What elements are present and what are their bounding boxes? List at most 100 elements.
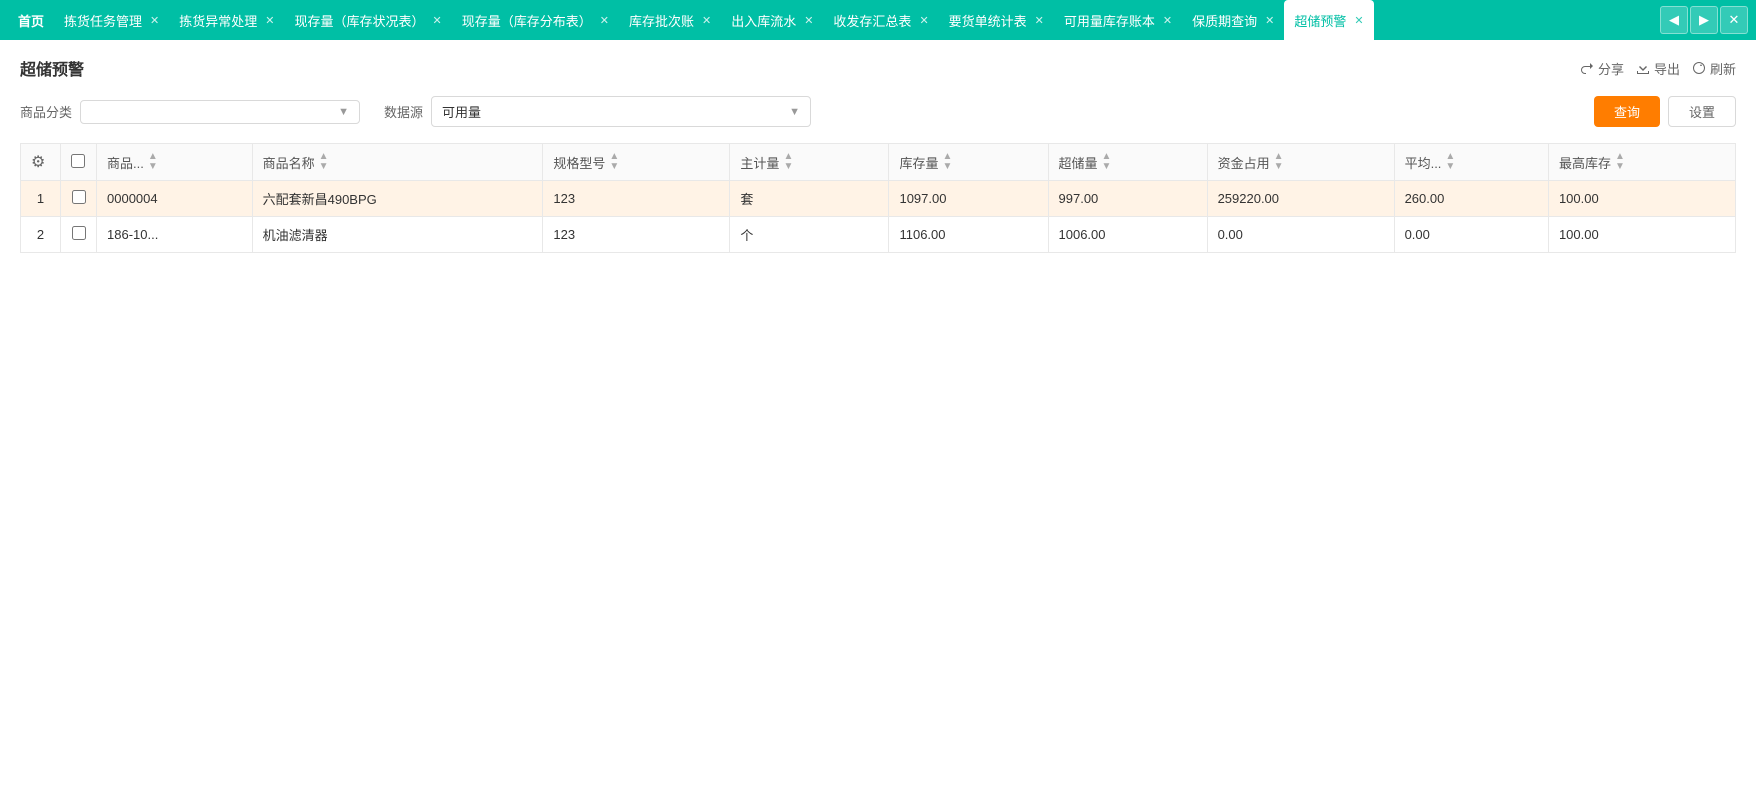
row-overstock: 997.00 <box>1048 181 1207 217</box>
datasource-label: 数据源 <box>384 102 423 121</box>
row-stock: 1106.00 <box>889 217 1048 253</box>
col-unit-sort[interactable]: 主计量 ▲▼ <box>740 152 878 172</box>
nav-stock-dist-close[interactable]: ✕ <box>600 14 609 27</box>
row-capital: 259220.00 <box>1207 181 1394 217</box>
table-body: 1 0000004 六配套新昌490BPG 123 套 1097.00 997.… <box>21 181 1736 253</box>
col-unit: 主计量 ▲▼ <box>730 144 889 181</box>
nav-stock-status[interactable]: 现存量（库存状况表） ✕ <box>284 0 451 40</box>
category-filter-group: 商品分类 ▼ <box>20 100 360 124</box>
nav-prev-button[interactable]: ◀ <box>1660 6 1688 34</box>
table-row: 2 186-10... 机油滤清器 123 个 1106.00 1006.00 … <box>21 217 1736 253</box>
page-header: 超储预警 分享 导出 刷新 <box>20 56 1736 80</box>
nav-in-out-flow[interactable]: 出入库流水 ✕ <box>721 0 823 40</box>
nav-overstock-warning[interactable]: 超储预警 ✕ <box>1284 0 1373 40</box>
col-spec-sort[interactable]: 规格型号 ▲▼ <box>553 152 719 172</box>
col-code-sort[interactable]: 商品... ▲▼ <box>107 152 242 172</box>
table-header: ⚙ 商品... ▲▼ 商品名称 ▲▼ <box>21 144 1736 181</box>
nav-pick-exception-close[interactable]: ✕ <box>265 14 274 27</box>
nav-expiry-query-close[interactable]: ✕ <box>1265 14 1274 27</box>
share-button[interactable]: 分享 <box>1580 59 1624 78</box>
nav-expiry-query[interactable]: 保质期查询 ✕ <box>1182 0 1284 40</box>
nav-stock-status-close[interactable]: ✕ <box>433 14 442 27</box>
category-select[interactable]: ▼ <box>80 100 360 124</box>
page-title: 超储预警 <box>20 56 84 80</box>
nav-pick-task-close[interactable]: ✕ <box>150 14 159 27</box>
col-capital: 资金占用 ▲▼ <box>1207 144 1394 181</box>
nav-order-stats-close[interactable]: ✕ <box>1035 14 1044 27</box>
row-stock: 1097.00 <box>889 181 1048 217</box>
col-overstock: 超储量 ▲▼ <box>1048 144 1207 181</box>
col-overstock-sort[interactable]: 超储量 ▲▼ <box>1059 152 1197 172</box>
row-max-stock: 100.00 <box>1548 181 1735 217</box>
table-row: 1 0000004 六配套新昌490BPG 123 套 1097.00 997.… <box>21 181 1736 217</box>
export-button[interactable]: 导出 <box>1636 59 1680 78</box>
datasource-select[interactable]: 可用量 ▼ <box>431 96 811 127</box>
query-button[interactable]: 查询 <box>1594 96 1660 127</box>
row-name: 六配套新昌490BPG <box>252 181 543 217</box>
filter-actions: 查询 设置 <box>1594 96 1736 127</box>
row-capital: 0.00 <box>1207 217 1394 253</box>
nav-pick-exception[interactable]: 拣货异常处理 ✕ <box>169 0 284 40</box>
col-max-stock-sort[interactable]: 最高库存 ▲▼ <box>1559 152 1725 172</box>
row-overstock: 1006.00 <box>1048 217 1207 253</box>
row-checkbox-cell <box>61 181 97 217</box>
row-spec: 123 <box>543 217 730 253</box>
nav-receive-summary[interactable]: 收发存汇总表 ✕ <box>823 0 938 40</box>
sort-avg-icon: ▲▼ <box>1445 152 1455 172</box>
nav-home[interactable]: 首页 <box>8 0 54 40</box>
nav-stock-batch[interactable]: 库存批次账 ✕ <box>619 0 721 40</box>
data-table: ⚙ 商品... ▲▼ 商品名称 ▲▼ <box>20 143 1736 253</box>
col-name: 商品名称 ▲▼ <box>252 144 543 181</box>
nav-stock-dist[interactable]: 现存量（库存分布表） ✕ <box>452 0 619 40</box>
col-avg: 平均... ▲▼ <box>1394 144 1548 181</box>
row-unit: 套 <box>730 181 889 217</box>
nav-pick-task[interactable]: 拣货任务管理 ✕ <box>54 0 169 40</box>
nav-next-button[interactable]: ▶ <box>1690 6 1718 34</box>
col-code: 商品... ▲▼ <box>97 144 253 181</box>
page-content: 超储预警 分享 导出 刷新 <box>0 40 1756 800</box>
nav-in-out-flow-close[interactable]: ✕ <box>804 14 813 27</box>
nav-receive-summary-close[interactable]: ✕ <box>919 14 928 27</box>
header-actions: 分享 导出 刷新 <box>1580 59 1736 78</box>
datasource-filter-group: 数据源 可用量 ▼ <box>384 96 811 127</box>
row-code: 0000004 <box>97 181 253 217</box>
settings-button[interactable]: 设置 <box>1668 96 1736 127</box>
col-max-stock: 最高库存 ▲▼ <box>1548 144 1735 181</box>
nav-available-stock-close[interactable]: ✕ <box>1163 14 1172 27</box>
col-name-sort[interactable]: 商品名称 ▲▼ <box>263 152 533 172</box>
col-stock-sort[interactable]: 库存量 ▲▼ <box>899 152 1037 172</box>
nav-arrows: ◀ ▶ ✕ <box>1658 6 1748 34</box>
category-chevron-icon: ▼ <box>338 106 349 118</box>
nav-stock-batch-close[interactable]: ✕ <box>702 14 711 27</box>
filter-row: 商品分类 ▼ 数据源 可用量 ▼ 查询 设置 <box>20 96 1736 127</box>
sort-unit-icon: ▲▼ <box>783 152 793 172</box>
col-gear: ⚙ <box>21 144 61 181</box>
datasource-select-value: 可用量 <box>442 102 481 121</box>
col-capital-sort[interactable]: 资金占用 ▲▼ <box>1218 152 1384 172</box>
col-avg-sort[interactable]: 平均... ▲▼ <box>1405 152 1538 172</box>
select-all-checkbox[interactable] <box>71 154 85 168</box>
nav-available-stock[interactable]: 可用量库存账本 ✕ <box>1054 0 1182 40</box>
refresh-button[interactable]: 刷新 <box>1692 59 1736 78</box>
row-num: 2 <box>21 217 61 253</box>
sort-overstock-icon: ▲▼ <box>1102 152 1112 172</box>
export-icon <box>1636 61 1650 75</box>
sort-name-icon: ▲▼ <box>319 152 329 172</box>
sort-stock-icon: ▲▼ <box>942 152 952 172</box>
gear-settings-icon[interactable]: ⚙ <box>31 152 45 172</box>
row-spec: 123 <box>543 181 730 217</box>
row-name: 机油滤清器 <box>252 217 543 253</box>
sort-max-stock-icon: ▲▼ <box>1615 152 1625 172</box>
row-code: 186-10... <box>97 217 253 253</box>
row-avg: 260.00 <box>1394 181 1548 217</box>
nav-overstock-warning-close[interactable]: ✕ <box>1354 14 1363 27</box>
nav-bar: 首页 拣货任务管理 ✕ 拣货异常处理 ✕ 现存量（库存状况表） ✕ 现存量（库存… <box>0 0 1756 40</box>
row-num: 1 <box>21 181 61 217</box>
refresh-icon <box>1692 61 1706 75</box>
row-checkbox[interactable] <box>72 190 86 204</box>
sort-capital-icon: ▲▼ <box>1274 152 1284 172</box>
nav-order-stats[interactable]: 要货单统计表 ✕ <box>939 0 1054 40</box>
nav-close-all-button[interactable]: ✕ <box>1720 6 1748 34</box>
row-checkbox[interactable] <box>72 226 86 240</box>
row-avg: 0.00 <box>1394 217 1548 253</box>
